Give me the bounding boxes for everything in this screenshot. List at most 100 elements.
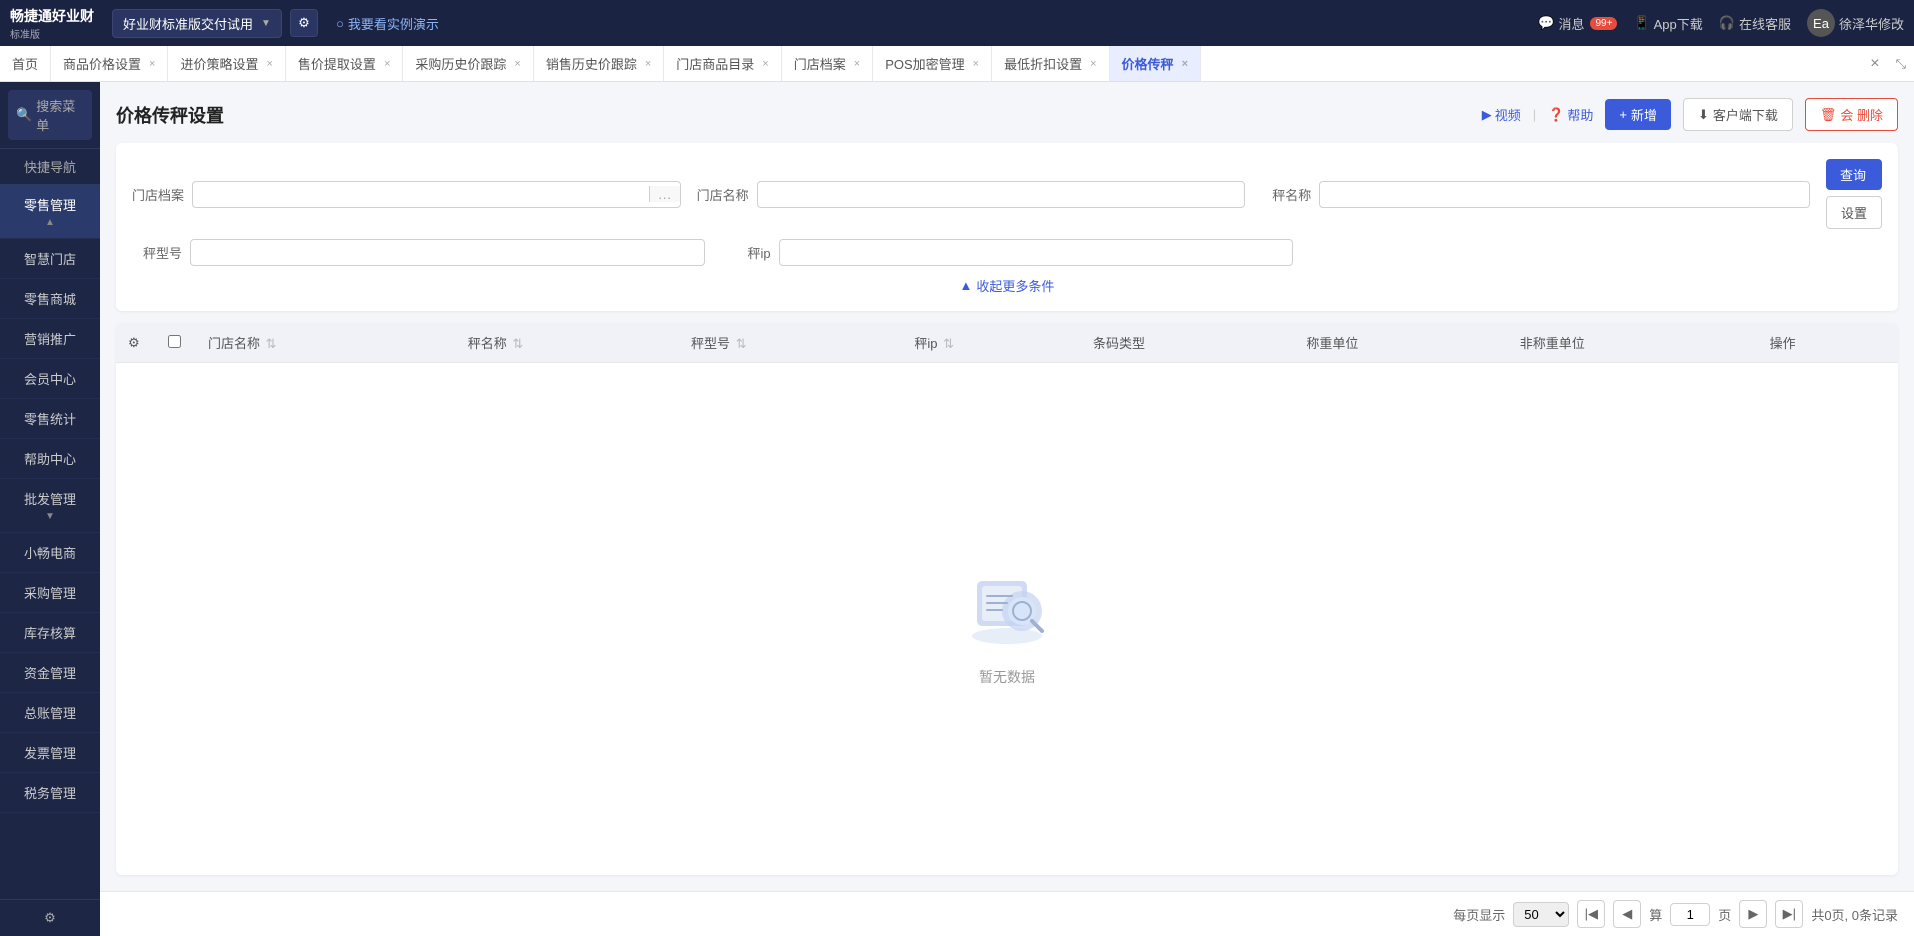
close-icon[interactable]: × (384, 58, 390, 70)
close-icon[interactable]: × (1182, 58, 1188, 70)
help-link[interactable]: ❓ 帮助 (1548, 105, 1593, 124)
collapse-button[interactable]: ▲ 收起更多条件 (960, 276, 1055, 295)
tab-purchase-history[interactable]: 采购历史价跟踪 × (403, 46, 533, 82)
first-page-button[interactable]: |◀ (1577, 900, 1605, 928)
sidebar-item-retail-mall[interactable]: 零售商城 (0, 279, 100, 319)
sidebar-item-ledger[interactable]: 总账管理 (0, 693, 100, 733)
tab-price-scale[interactable]: 价格传秤 × (1110, 46, 1201, 82)
message-badge: 99+ (1590, 17, 1617, 30)
scale-name-field: 秤名称 (1261, 181, 1810, 208)
close-icon[interactable]: × (1090, 58, 1096, 70)
sidebar-item-tax[interactable]: 税务管理 (0, 773, 100, 813)
sidebar-item-finance[interactable]: 资金管理 (0, 653, 100, 693)
close-icon[interactable]: × (762, 58, 768, 70)
close-icon[interactable]: × (645, 58, 651, 70)
sidebar-item-wholesale[interactable]: 批发管理 ▼ (0, 479, 100, 533)
th-store-name: 门店名称 ⇅ (196, 323, 456, 363)
nav-tabs-bar: 首页 商品价格设置 × 进价策略设置 × 售价提取设置 × 采购历史价跟踪 × … (0, 46, 1914, 82)
chevron-up-icon: ▲ (45, 217, 55, 228)
settings-icon[interactable]: ⚙ (128, 335, 140, 350)
page-container: 价格传秤设置 ▶ 视频 | ❓ 帮助 + 新增 (100, 82, 1914, 891)
th-non-weight-unit: 非称重单位 (1508, 323, 1758, 363)
tab-pos[interactable]: POS加密管理 × (873, 46, 992, 82)
video-link[interactable]: ▶ 视频 (1482, 105, 1521, 124)
add-button[interactable]: + 新增 (1605, 99, 1671, 130)
app-download-icon: 📱 (1633, 15, 1649, 31)
prev-page-button[interactable]: ◀ (1613, 900, 1641, 928)
tab-pos-label: POS加密管理 (885, 54, 964, 73)
th-scale-model-label: 秤型号 (691, 336, 730, 351)
tab-home[interactable]: 首页 (0, 46, 51, 82)
tab-min-discount[interactable]: 最低折扣设置 × (992, 46, 1109, 82)
select-all-checkbox[interactable] (168, 335, 181, 348)
sidebar-item-retail-stats[interactable]: 零售统计 (0, 399, 100, 439)
user-name: 徐泽华修改 (1839, 14, 1904, 33)
query-button[interactable]: 查询 (1826, 159, 1882, 190)
sidebar-item-purchase[interactable]: 采购管理 (0, 573, 100, 613)
settings-filter-button[interactable]: 设置 (1826, 196, 1882, 229)
sidebar-item-inventory[interactable]: 库存核算 (0, 613, 100, 653)
sidebar-settings-button[interactable]: ⚙ (0, 899, 100, 936)
more-button[interactable]: … (649, 186, 680, 202)
scale-name-input[interactable] (1319, 181, 1810, 208)
sort-icon: ⇅ (512, 336, 523, 351)
top-bar-left: 畅捷通好业财 标准版 好业财标准版交付试用 ▼ ⚙ ○ 我要看实例演示 (10, 6, 439, 41)
tab-product-price[interactable]: 商品价格设置 × (51, 46, 168, 82)
th-weight-unit: 称重单位 (1294, 323, 1507, 363)
filter-card: 门店档案 … 门店名称 秤名称 (116, 143, 1898, 311)
sidebar-item-label: 税务管理 (24, 783, 76, 802)
version-settings-button[interactable]: ⚙ (290, 9, 318, 37)
user-menu-button[interactable]: Ea 徐泽华修改 (1807, 9, 1904, 37)
close-icon[interactable]: × (973, 58, 979, 70)
tab-price-scale-label: 价格传秤 (1122, 54, 1174, 73)
chevron-up-icon: ▲ (960, 278, 973, 293)
tab-purchase-strategy[interactable]: 进价策略设置 × (168, 46, 285, 82)
sidebar-item-member[interactable]: 会员中心 (0, 359, 100, 399)
download-client-button[interactable]: ⬇ 客户端下载 (1683, 98, 1793, 131)
settings-filter-label: 设置 (1841, 203, 1867, 222)
sidebar-item-label: 采购管理 (24, 583, 76, 602)
quick-nav-button[interactable]: 快捷导航 (0, 149, 100, 185)
page-actions: ▶ 视频 | ❓ 帮助 + 新增 ⬇ 客户端下载 (1482, 98, 1898, 131)
tab-sale-price[interactable]: 售价提取设置 × (286, 46, 403, 82)
app-download-button[interactable]: 📱 App下载 (1633, 14, 1702, 33)
action-buttons-column: 查询 设置 (1826, 159, 1882, 229)
sidebar-item-invoice[interactable]: 发票管理 (0, 733, 100, 773)
expand-tabs-button[interactable]: ⤡ (1888, 56, 1914, 72)
scale-model-label: 秤型号 (132, 243, 182, 262)
sidebar-item-smart-store[interactable]: 智慧门店 (0, 239, 100, 279)
delete-button[interactable]: 🗑 会 删除 (1805, 98, 1898, 131)
th-weight-unit-label: 称重单位 (1306, 336, 1358, 351)
gear-icon: ⚙ (44, 910, 56, 925)
close-icon[interactable]: × (266, 58, 272, 70)
last-page-button[interactable]: ▶| (1775, 900, 1803, 928)
tab-store-profile[interactable]: 门店档案 × (782, 46, 873, 82)
search-menu-button[interactable]: 🔍 搜索菜单 (8, 90, 92, 140)
sidebar-item-help[interactable]: 帮助中心 (0, 439, 100, 479)
top-bar-right: 💬 消息 99+ 📱 App下载 🎧 在线客服 Ea 徐泽华修改 (1538, 9, 1904, 37)
scale-ip-input[interactable] (779, 239, 1294, 266)
version-select[interactable]: 好业财标准版交付试用 ▼ (112, 9, 282, 38)
demo-link[interactable]: ○ 我要看实例演示 (336, 14, 439, 33)
sidebar-item-ecommerce[interactable]: 小畅电商 (0, 533, 100, 573)
close-icon[interactable]: × (854, 58, 860, 70)
sidebar-item-label: 营销推广 (24, 329, 76, 348)
tab-sales-history[interactable]: 销售历史价跟踪 × (534, 46, 664, 82)
tab-store-catalog[interactable]: 门店商品目录 × (664, 46, 781, 82)
close-icon[interactable]: × (514, 58, 520, 70)
close-all-tabs-button[interactable]: × (1862, 55, 1887, 73)
sidebar-item-retail[interactable]: 零售管理 ▲ (0, 185, 100, 239)
next-page-button[interactable]: ▶ (1739, 900, 1767, 928)
page-number-input[interactable] (1670, 903, 1710, 926)
store-name-input[interactable] (757, 181, 1246, 208)
th-barcode-type: 条码类型 (1081, 323, 1294, 363)
message-button[interactable]: 💬 消息 99+ (1538, 14, 1617, 33)
sidebar-item-marketing[interactable]: 营销推广 (0, 319, 100, 359)
store-file-input[interactable] (193, 182, 649, 207)
online-service-button[interactable]: 🎧 在线客服 (1719, 14, 1791, 33)
scale-model-input[interactable] (190, 239, 705, 266)
per-page-select[interactable]: 50 100 (1513, 902, 1569, 927)
close-icon[interactable]: × (149, 58, 155, 70)
download-label: 客户端下载 (1713, 105, 1778, 124)
empty-text: 暂无数据 (979, 667, 1035, 687)
